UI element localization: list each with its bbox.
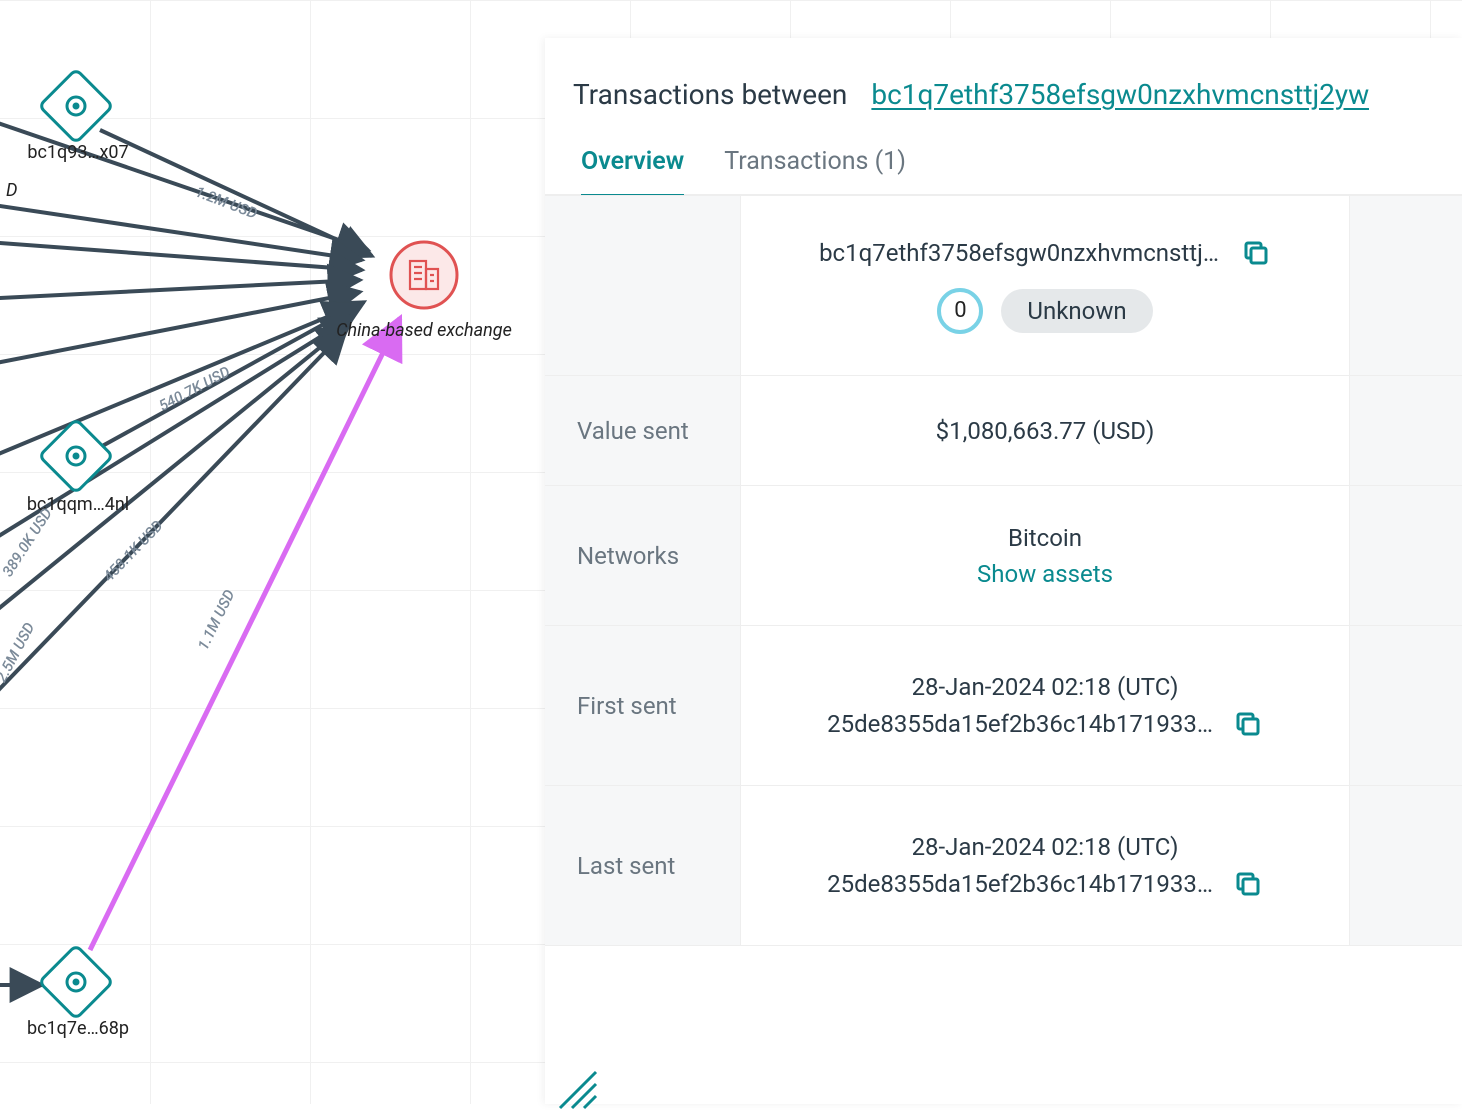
copy-icon[interactable]: [1233, 869, 1263, 899]
copy-icon[interactable]: [1241, 238, 1271, 268]
graph-canvas[interactable]: China-based exchange bc1q93…x07 bc1qqm…4…: [0, 0, 1462, 1104]
wallet-node-label: bc1q7e…68p: [27, 1018, 129, 1039]
address-link[interactable]: bc1q7ethf3758efsgw0nzxhvmcnsttj2yw: [871, 78, 1369, 111]
wallet-node-label: bc1q93…x07: [27, 142, 128, 163]
wallet-node[interactable]: [39, 945, 113, 1019]
first-sent-time: 28-Jan-2024 02:18 (UTC): [912, 673, 1179, 701]
row-label-empty: [545, 196, 741, 375]
address-value: bc1q7ethf3758efsgw0nzxhvmcnsttj…: [819, 239, 1219, 267]
tabs: Overview Transactions (1): [545, 147, 1462, 195]
resize-handle-icon[interactable]: [558, 1070, 598, 1110]
entity-tag: Unknown: [1001, 289, 1152, 333]
value-sent: $1,080,663.77 (USD): [936, 417, 1155, 445]
tab-transactions[interactable]: Transactions (1): [724, 147, 906, 194]
row-label-networks: Networks: [545, 486, 741, 625]
exchange-node-label: China-based exchange: [336, 320, 512, 341]
last-sent-hash: 25de8355da15ef2b36c14b171933…: [827, 870, 1213, 898]
row-label-first-sent: First sent: [545, 626, 741, 785]
row-label-value-sent: Value sent: [545, 376, 741, 485]
show-assets-link[interactable]: Show assets: [977, 560, 1113, 588]
exchange-node[interactable]: [391, 242, 457, 308]
network-name: Bitcoin: [1008, 524, 1082, 552]
detail-panel: Transactions between bc1q7ethf3758efsgw0…: [545, 38, 1462, 1104]
risk-score-badge: 0: [937, 288, 983, 334]
copy-icon[interactable]: [1233, 709, 1263, 739]
last-sent-time: 28-Jan-2024 02:18 (UTC): [912, 833, 1179, 861]
first-sent-hash: 25de8355da15ef2b36c14b171933…: [827, 710, 1213, 738]
tab-overview[interactable]: Overview: [581, 147, 684, 194]
partial-label: D: [6, 180, 17, 201]
panel-title: Transactions between: [573, 78, 847, 111]
row-label-last-sent: Last sent: [545, 786, 741, 945]
